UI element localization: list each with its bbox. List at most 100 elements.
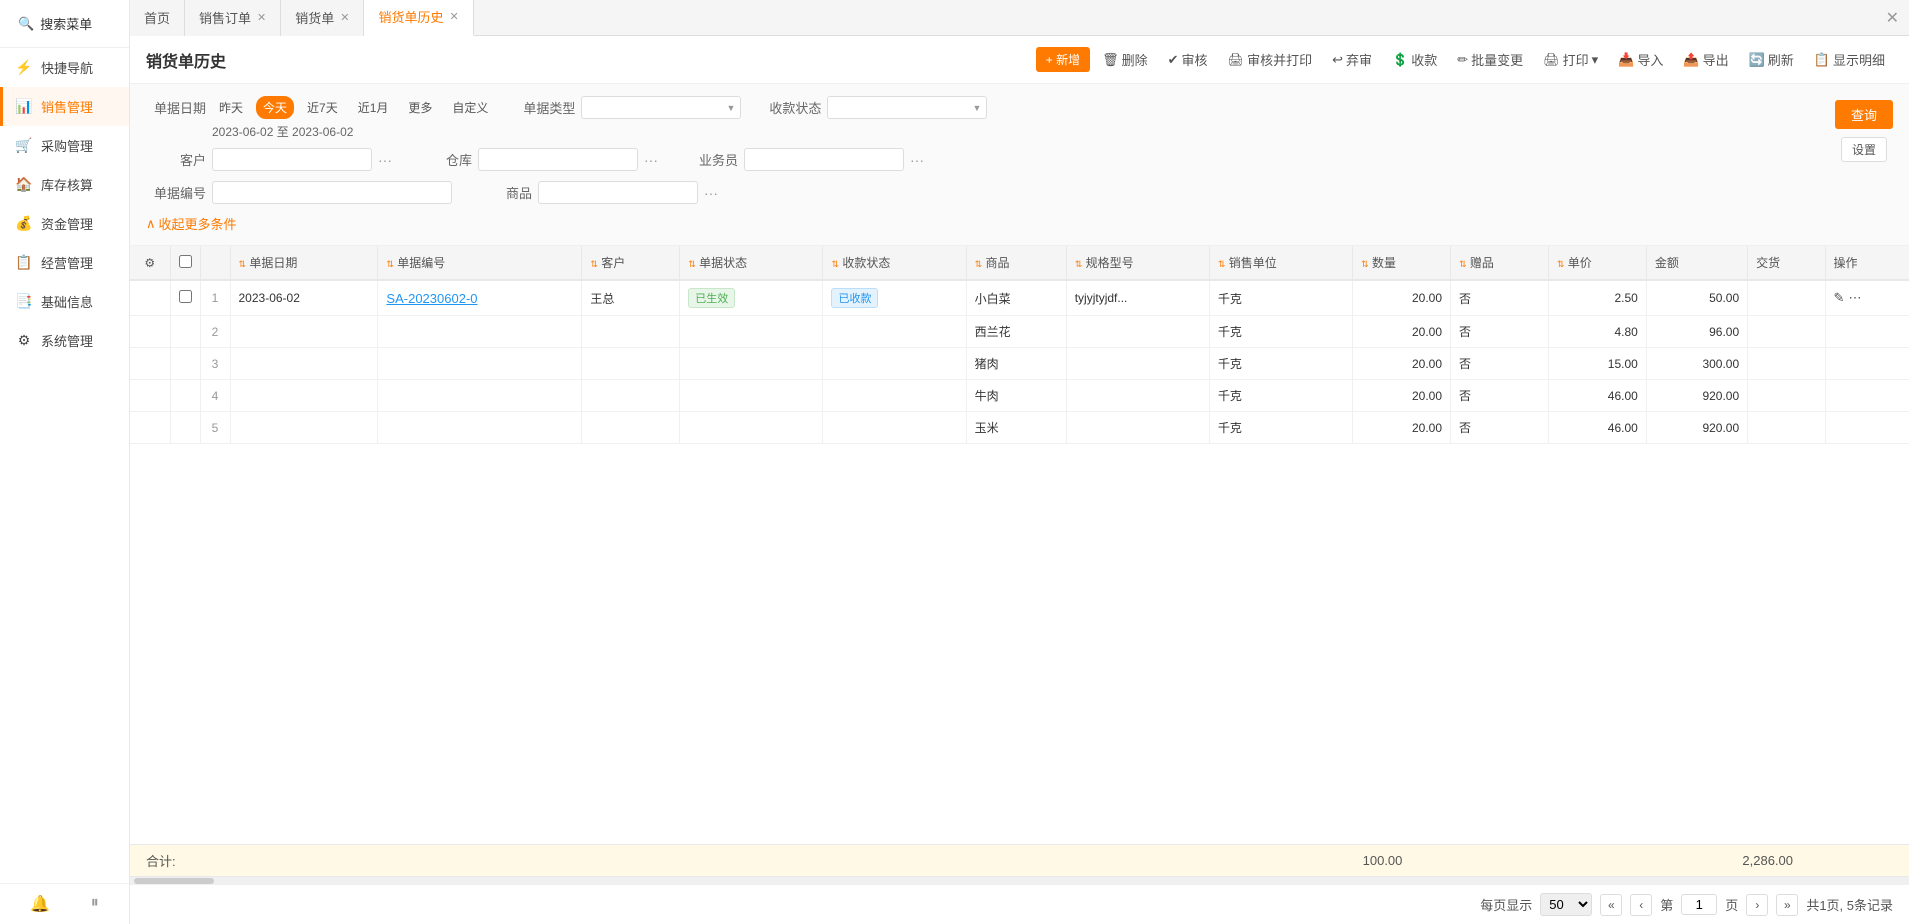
td-goods: 西兰花 [966, 316, 1066, 348]
audit-print-button[interactable]: 🖨 审核并打印 [1220, 46, 1321, 73]
page-input[interactable] [1681, 894, 1717, 915]
select-all-checkbox[interactable] [179, 255, 192, 268]
warehouse-input[interactable] [478, 148, 638, 171]
show-detail-button[interactable]: 📋 显示明细 [1806, 46, 1893, 73]
th-payment-status[interactable]: ⇅ 收款状态 [823, 246, 966, 280]
sidebar-item-operations[interactable]: 📋 经营管理 [0, 243, 129, 282]
td-amount: 920.00 [1646, 380, 1747, 412]
tab-sales-delivery-close[interactable]: ✕ [340, 11, 349, 24]
per-page-select[interactable]: 50 100 [1540, 893, 1592, 916]
doc-no-link[interactable]: SA-20230602-0 [386, 291, 477, 306]
goods-input[interactable] [538, 181, 698, 204]
td-unit-price: 2.50 [1548, 280, 1646, 316]
th-doc-no[interactable]: ⇅ 单据编号 [378, 246, 582, 280]
td-doc-status [680, 316, 823, 348]
export-button[interactable]: 📤 导出 [1675, 46, 1736, 73]
delete-button[interactable]: 🗑 删除 [1094, 46, 1156, 73]
date-btn-custom[interactable]: 自定义 [445, 96, 495, 119]
tab-sales-order[interactable]: 销售订单 ✕ [185, 0, 281, 36]
sidebar-item-inventory[interactable]: 🏠 库存核算 [0, 165, 129, 204]
print-button[interactable]: 🖨 打印 ▾ [1535, 46, 1606, 73]
batch-change-button[interactable]: ✏ 批量变更 [1449, 46, 1531, 73]
filter-area: 单据日期 昨天 今天 近7天 近1月 更多 自定义 单据类型 [130, 84, 1909, 246]
th-unit[interactable]: ⇅ 销售单位 [1209, 246, 1352, 280]
pause-icon[interactable]: ⏸ [91, 894, 99, 914]
th-unit-price[interactable]: ⇅ 单价 [1548, 246, 1646, 280]
prev-page-btn[interactable]: ‹ [1630, 894, 1652, 916]
scroll-thumb[interactable] [134, 878, 214, 884]
next-page-btn[interactable]: › [1746, 894, 1768, 916]
warehouse-dots-btn[interactable]: ··· [644, 152, 658, 168]
abandon-button[interactable]: ↩ 弃审 [1324, 46, 1380, 73]
payment-status-label: 收款状态 [761, 98, 821, 117]
th-doc-date[interactable]: ⇅ 单据日期 [230, 246, 378, 280]
sort-icon: ⇅ [1218, 259, 1226, 269]
customer-dots-btn[interactable]: ··· [378, 152, 392, 168]
query-button[interactable]: 查询 [1835, 100, 1893, 129]
doc-type-select[interactable] [581, 96, 741, 119]
salesperson-dots-btn[interactable]: ··· [910, 152, 924, 168]
date-btn-yesterday[interactable]: 昨天 [212, 96, 250, 119]
sidebar-item-purchase-mgmt[interactable]: 🛒 采购管理 [0, 126, 129, 165]
sidebar-search-item[interactable]: 🔍 搜索菜单 [10, 8, 119, 39]
sidebar-item-system[interactable]: ⚙ 系统管理 [0, 321, 129, 360]
new-button[interactable]: + 新增 [1036, 47, 1090, 72]
payment-status-badge: 已收款 [831, 288, 878, 308]
import-button[interactable]: 📥 导入 [1610, 46, 1671, 73]
th-spec[interactable]: ⇅ 规格型号 [1066, 246, 1209, 280]
th-goods[interactable]: ⇅ 商品 [966, 246, 1066, 280]
th-qty[interactable]: ⇅ 数量 [1353, 246, 1451, 280]
th-checkbox [170, 246, 200, 280]
th-trade: 交货 [1748, 246, 1825, 280]
td-doc-status: 已生效 [680, 280, 823, 316]
date-btn-7days[interactable]: 近7天 [300, 96, 345, 119]
refresh-button[interactable]: 🔄 刷新 [1741, 46, 1802, 73]
customer-input[interactable] [212, 148, 372, 171]
td-gift: 否 [1451, 348, 1549, 380]
sidebar-item-finance[interactable]: 💰 资金管理 [0, 204, 129, 243]
th-gift[interactable]: ⇅ 赠品 [1451, 246, 1549, 280]
sidebar-item-basic-info[interactable]: 📑 基础信息 [0, 282, 129, 321]
td-payment-status [823, 348, 966, 380]
payment-status-select[interactable] [827, 96, 987, 119]
audit-print-icon: 🖨 [1228, 52, 1245, 68]
td-payment-status: 已收款 [823, 280, 966, 316]
sidebar-item-quick-nav[interactable]: ⚡ 快捷导航 [0, 48, 129, 87]
td-actions [1825, 348, 1909, 380]
tab-sales-history[interactable]: 销货单历史 ✕ [364, 0, 473, 36]
page-content: 销货单历史 + 新增 🗑 删除 ✔ 审核 🖨 审核并打印 ↩ 弃审 [130, 36, 1909, 924]
td-index: 4 [200, 380, 230, 412]
th-customer[interactable]: ⇅ 客户 [582, 246, 680, 280]
edit-action-btn[interactable]: ✎ [1834, 290, 1845, 306]
date-btn-1month[interactable]: 近1月 [351, 96, 396, 119]
page-header: 销货单历史 + 新增 🗑 删除 ✔ 审核 🖨 审核并打印 ↩ 弃审 [130, 36, 1909, 84]
sidebar-item-sales-mgmt[interactable]: 📊 销售管理 [0, 87, 129, 126]
salesperson-input[interactable] [744, 148, 904, 171]
sort-icon: ⇅ [1557, 259, 1565, 269]
table-row: 3 猪肉 千克 20.00 否 15.00 300.00 [130, 348, 1909, 380]
first-page-btn[interactable]: « [1600, 894, 1622, 916]
td-actions [1825, 316, 1909, 348]
th-doc-status[interactable]: ⇅ 单据状态 [680, 246, 823, 280]
close-all-tabs-btn[interactable]: ✕ [1886, 8, 1909, 28]
doc-no-input[interactable] [212, 181, 452, 204]
td-trade [1748, 280, 1825, 316]
more-action-btn[interactable]: ⋯ [1848, 290, 1861, 306]
tab-sales-delivery[interactable]: 销货单 ✕ [281, 0, 364, 36]
collect-button[interactable]: 💲 收款 [1384, 46, 1445, 73]
th-settings[interactable]: ⚙ [130, 246, 170, 280]
tab-sales-history-close[interactable]: ✕ [450, 10, 459, 23]
tab-home[interactable]: 首页 [130, 0, 185, 36]
set-button[interactable]: 设置 [1841, 137, 1887, 162]
scroll-bar-area[interactable] [130, 876, 1909, 884]
td-settings [130, 316, 170, 348]
goods-dots-btn[interactable]: ··· [704, 185, 718, 201]
audit-button[interactable]: ✔ 审核 [1160, 46, 1216, 73]
last-page-btn[interactable]: » [1776, 894, 1798, 916]
collapse-filter-btn[interactable]: ∧ 收起更多条件 [146, 214, 1819, 233]
tab-sales-order-close[interactable]: ✕ [257, 11, 266, 24]
date-btn-today[interactable]: 今天 [256, 96, 294, 119]
row-checkbox[interactable] [179, 290, 192, 303]
date-btn-more[interactable]: 更多 [401, 96, 439, 119]
notification-icon[interactable]: 🔔 [30, 894, 50, 914]
